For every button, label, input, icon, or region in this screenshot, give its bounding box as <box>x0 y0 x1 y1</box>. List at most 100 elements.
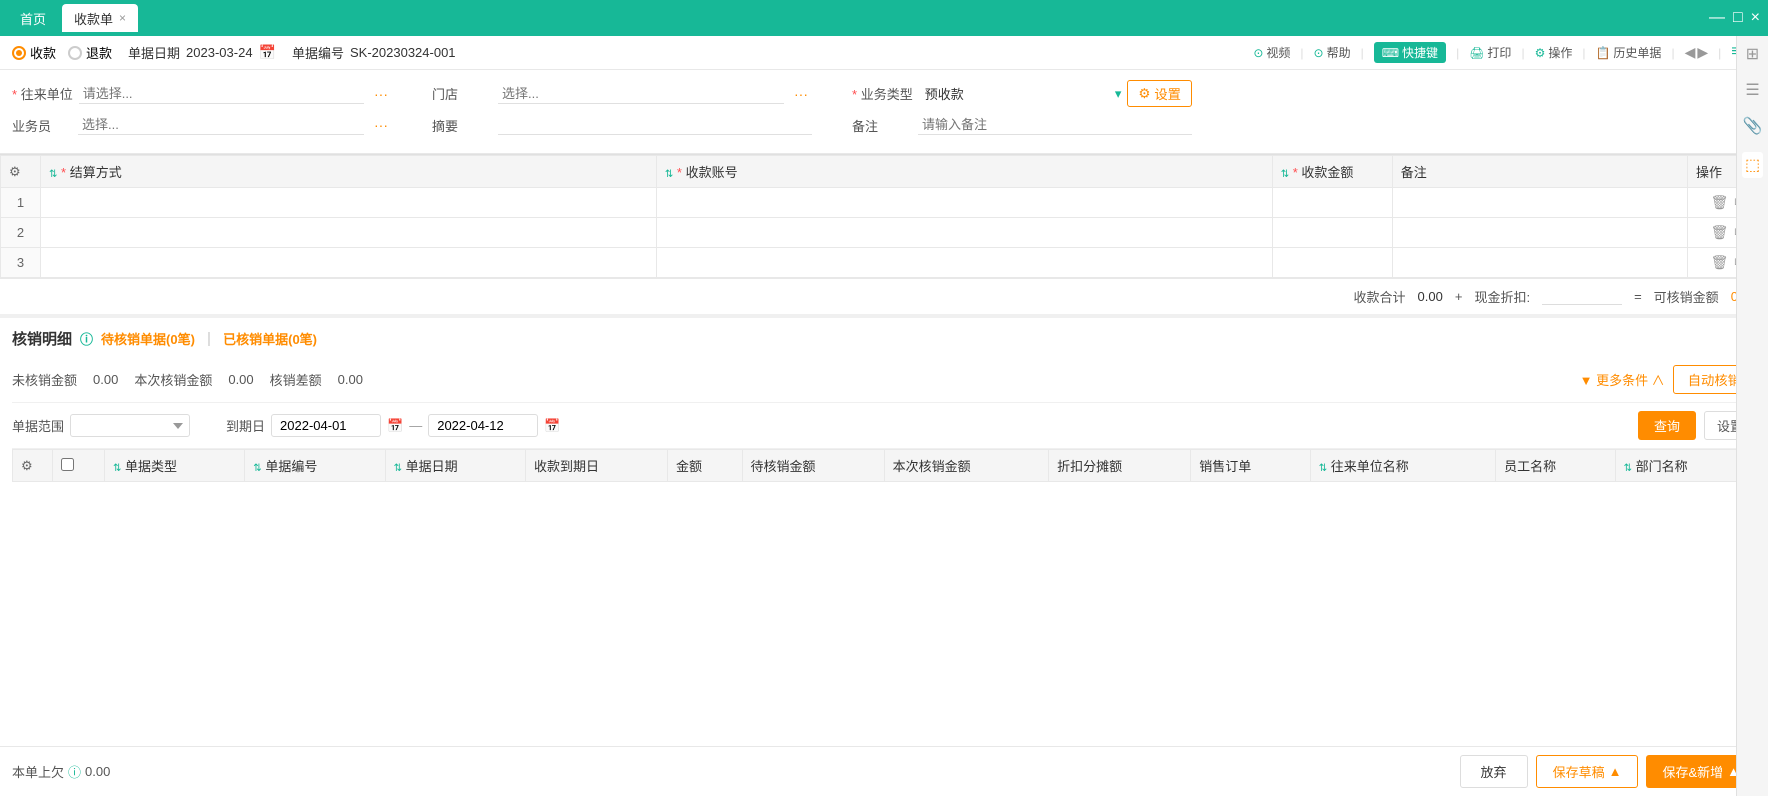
save-new-label: 保存&新增 <box>1662 762 1723 781</box>
account-cell[interactable] <box>656 218 1272 248</box>
amount-cell[interactable] <box>1272 218 1392 248</box>
query-btn[interactable]: 查询 <box>1638 411 1696 440</box>
th-amount: ⇅ * 收款金额 <box>1272 156 1392 188</box>
settlement-cell[interactable] <box>41 218 657 248</box>
delete-row-icon[interactable]: 🗑 <box>1711 254 1729 271</box>
sum-value: 0.00 <box>1418 289 1443 304</box>
tab-receipt-label: 收款单 <box>74 9 113 28</box>
bill-date-label: 单据日期 <box>128 43 180 62</box>
summary-field: 摘要 <box>432 115 812 135</box>
bottom-th-pending: 待核销金额 <box>742 450 884 482</box>
tab-done[interactable]: 已核销单据(0笔) <box>223 329 317 348</box>
footer-info: 本单上欠 ⓘ 0.00 <box>12 762 110 781</box>
bill-range-label: 单据范围 <box>12 416 64 435</box>
abandon-btn[interactable]: 放弃 <box>1460 755 1528 788</box>
bill-date-field: 单据日期 2023-03-24 📅 <box>128 43 276 62</box>
sort-icon: ⇅ <box>1281 169 1289 180</box>
date-to-input[interactable] <box>428 414 538 437</box>
tab-close-icon[interactable]: × <box>119 11 126 25</box>
radio-refund[interactable]: 退款 <box>68 43 112 62</box>
history-btn[interactable]: 📋 历史单据 <box>1595 44 1661 61</box>
tab-home[interactable]: 首页 <box>8 4 58 32</box>
remark-cell[interactable] <box>1392 248 1687 278</box>
radio-receipt[interactable]: 收款 <box>12 43 56 62</box>
salesman-input[interactable] <box>78 115 364 135</box>
date-to-calendar-icon[interactable]: 📅 <box>544 418 560 434</box>
close-icon[interactable]: × <box>1751 9 1760 27</box>
bottom-th-employee: 员工名称 <box>1496 450 1616 482</box>
save-draft-arrow-icon: ▲ <box>1609 764 1622 779</box>
salesman-more-btn[interactable]: ··· <box>370 117 392 133</box>
table-row: 1 🗑 ⧉ <box>1 188 1768 218</box>
counterpart-more-btn[interactable]: ··· <box>370 86 392 102</box>
radio-refund-label: 退款 <box>86 43 112 62</box>
print-btn[interactable]: 🖨 打印 <box>1469 44 1511 61</box>
tab-home-label: 首页 <box>20 9 46 28</box>
th-remark: 备注 <box>1392 156 1687 188</box>
maximize-icon[interactable]: □ <box>1733 9 1743 27</box>
date-from-input[interactable] <box>271 414 381 437</box>
settlement-cell[interactable] <box>41 188 657 218</box>
sidebar-expand-icon[interactable]: ⬚ <box>1742 152 1763 178</box>
radio-group: 收款 退款 <box>12 43 112 62</box>
bottom-th-amount: 金额 <box>668 450 743 482</box>
calendar-icon[interactable]: 📅 <box>259 44 276 61</box>
account-cell[interactable] <box>656 248 1272 278</box>
discount-label: 现金折扣: <box>1474 287 1530 306</box>
per-bill-value: 0.00 <box>85 764 110 779</box>
bottom-table: ⚙ ⇅ 单据类型 ⇅ 单据编号 <box>12 449 1756 482</box>
video-btn[interactable]: ⊙ 视频 <box>1253 44 1290 61</box>
account-cell[interactable] <box>656 188 1272 218</box>
sidebar-attachment-icon[interactable]: 📎 <box>1743 116 1763 136</box>
help-btn[interactable]: ⊙ 帮助 <box>1314 44 1351 61</box>
th-account-label: 收款账号 <box>686 165 738 180</box>
due-date-label: 到期日 <box>226 416 265 435</box>
bottom-table-gear-icon[interactable]: ⚙ <box>21 458 33 473</box>
date-from-calendar-icon[interactable]: 📅 <box>387 418 403 434</box>
select-all-checkbox[interactable] <box>61 458 74 471</box>
next-arrow[interactable]: ▶ <box>1697 44 1708 61</box>
minimize-icon[interactable]: — <box>1709 9 1725 27</box>
operation-btn[interactable]: ⚙ 操作 <box>1535 44 1573 61</box>
setting-btn[interactable]: ⚙ 设置 <box>1127 80 1192 107</box>
table-gear-icon[interactable]: ⚙ <box>9 164 21 179</box>
table-row: 2 🗑 ⧉ <box>1 218 1768 248</box>
bottom-table-container: ⚙ ⇅ 单据类型 ⇅ 单据编号 <box>12 449 1756 746</box>
current-cancel-value: 0.00 <box>228 372 253 387</box>
discount-input[interactable] <box>1542 289 1622 305</box>
shortcut-btn[interactable]: ⌨ 快捷键 <box>1374 42 1446 63</box>
more-conditions-btn[interactable]: ▼ 更多条件 ∧ <box>1580 370 1665 389</box>
bill-no-label: 单据编号 <box>292 43 344 62</box>
save-draft-btn[interactable]: 保存草稿 ▲ <box>1536 755 1639 788</box>
tab-receipt[interactable]: 收款单 × <box>62 4 138 32</box>
store-more-btn[interactable]: ··· <box>790 86 812 102</box>
salesman-label: 业务员 <box>12 116 72 135</box>
bottom-th-gear: ⚙ <box>13 450 53 482</box>
amount-cell[interactable] <box>1272 248 1392 278</box>
delete-row-icon[interactable]: 🗑 <box>1711 194 1729 211</box>
prev-arrow[interactable]: ◀ <box>1685 44 1696 61</box>
operation-label: 操作 <box>1548 44 1572 61</box>
bill-no-value: SK-20230324-001 <box>350 45 456 60</box>
receipt-table-container: ⚙ ⇅ * 结算方式 ⇅ * 收款账号 ⇅ * 收款 <box>0 154 1768 278</box>
sidebar-table-icon[interactable]: ⊞ <box>1746 44 1759 64</box>
sidebar-list-icon[interactable]: ☰ <box>1745 80 1759 100</box>
remark-input[interactable] <box>918 115 1192 135</box>
diff-value: 0.00 <box>338 372 363 387</box>
delete-row-icon[interactable]: 🗑 <box>1711 224 1729 241</box>
bill-no-field: 单据编号 SK-20230324-001 <box>292 43 456 62</box>
right-sidebar: ⊞ ☰ 📎 ⬚ <box>1736 36 1768 796</box>
bottom-th-bill-no: ⇅ 单据编号 <box>245 450 385 482</box>
summary-input[interactable] <box>498 115 812 135</box>
store-input[interactable] <box>498 84 784 104</box>
business-type-dropdown-icon[interactable]: ▾ <box>1115 86 1122 102</box>
form-area: * 往来单位 ··· 门店 ··· * 业务类型 预收款 ▾ <box>0 70 1768 154</box>
amount-cell[interactable] <box>1272 188 1392 218</box>
help-label: 帮助 <box>1327 44 1351 61</box>
bill-range-select[interactable] <box>70 414 190 437</box>
remark-cell[interactable] <box>1392 218 1687 248</box>
counterpart-input[interactable] <box>79 84 364 104</box>
tab-pending[interactable]: 待核销单据(0笔) <box>101 329 195 348</box>
remark-cell[interactable] <box>1392 188 1687 218</box>
settlement-cell[interactable] <box>41 248 657 278</box>
